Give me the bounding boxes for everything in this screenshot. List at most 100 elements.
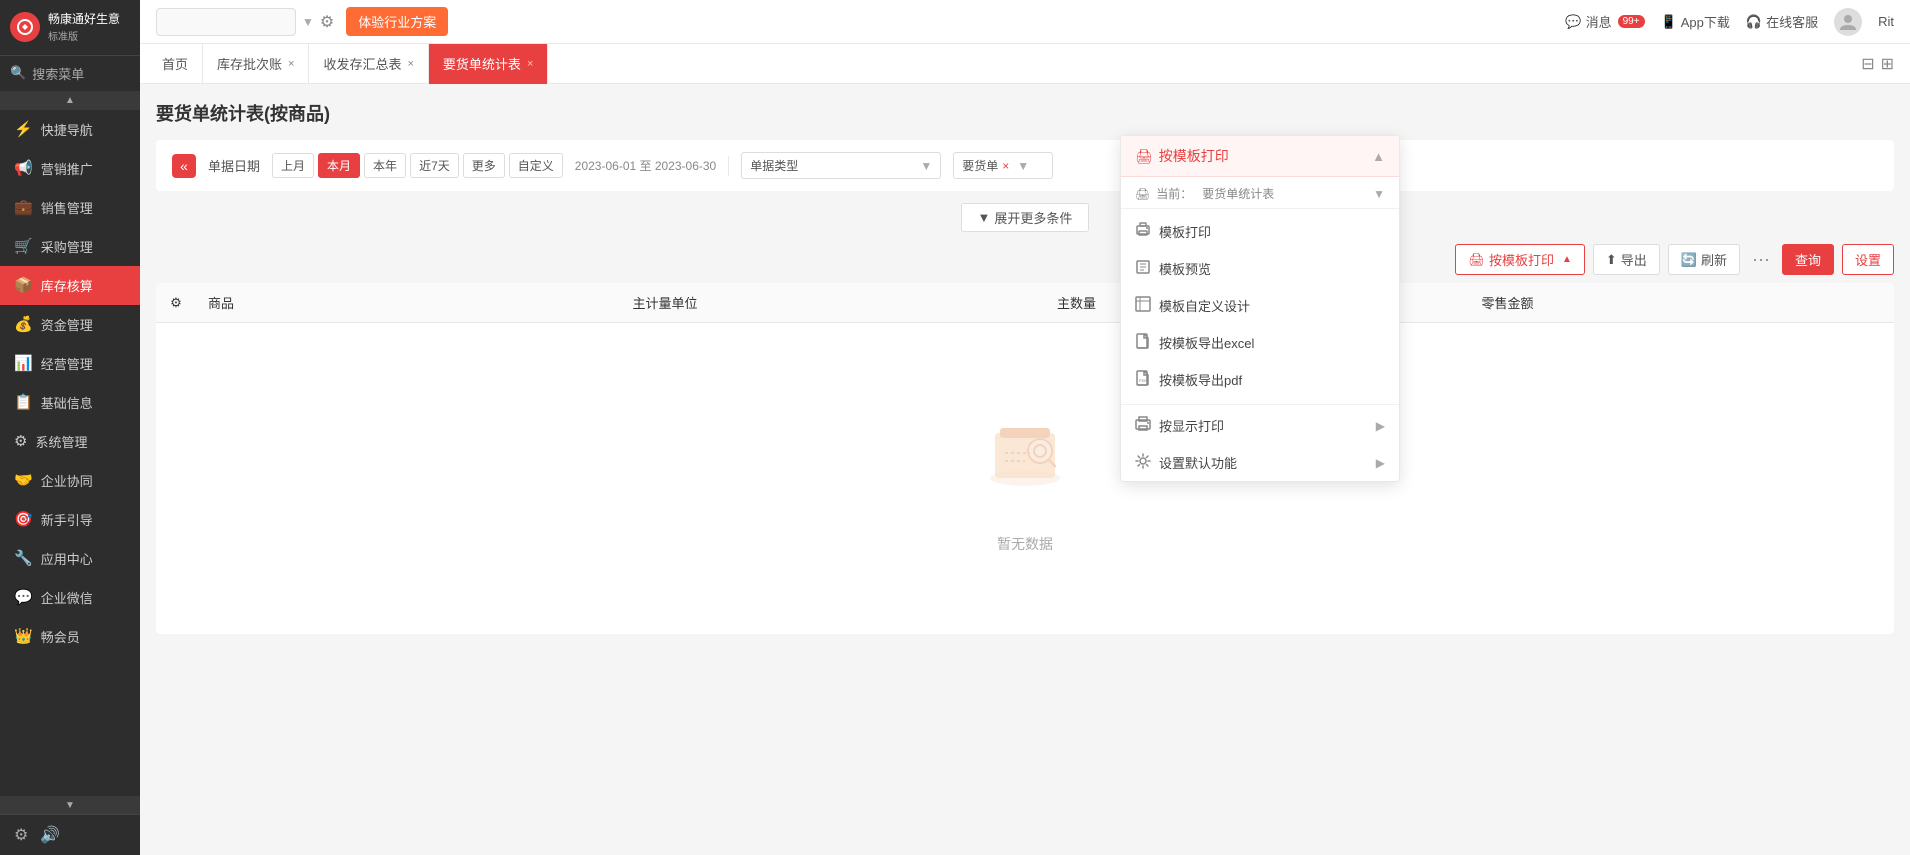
settings-gear-icon[interactable]: ⚙ <box>170 295 182 310</box>
settings-icon[interactable]: ⚙ <box>14 825 28 845</box>
tab-maximize-icon[interactable]: ⊞ <box>1881 54 1894 74</box>
page-title: 要货单统计表(按商品) <box>156 100 1894 126</box>
print-icon: 🖨 <box>1468 252 1485 268</box>
export-btn[interactable]: ⬆ 导出 <box>1593 244 1660 275</box>
sidebar-item-label: 基础信息 <box>41 393 93 412</box>
dropdown-item-export-pdf[interactable]: PDF 按模板导出pdf <box>1121 361 1399 398</box>
search-icon: 🔍 <box>10 65 26 81</box>
th-unit: 主计量单位 <box>621 293 1046 312</box>
topbar-gear-icon[interactable]: ⚙ <box>320 12 334 32</box>
date-btn-this-year[interactable]: 本年 <box>364 153 406 178</box>
expand-more-btn[interactable]: ▼ 展开更多条件 <box>961 203 1090 232</box>
query-btn[interactable]: 查询 <box>1782 244 1834 275</box>
current-label-text: 当前： <box>1156 185 1192 202</box>
date-range-display: 2023-06-01 至 2023-06-30 <box>575 157 716 174</box>
dropdown-close-btn[interactable]: ▲ <box>1372 149 1385 164</box>
refresh-icon: 🔄 <box>1681 252 1697 268</box>
sidebar-item-label: 库存核算 <box>41 276 93 295</box>
sidebar-item-wechat[interactable]: 💬 企业微信 <box>0 578 140 617</box>
tab-stock-batch[interactable]: 库存批次账 × <box>203 44 309 84</box>
topbar-right: 💬 消息 99+ 📱 App下载 🎧 在线客服 Rit <box>1565 8 1894 36</box>
type-filter-select[interactable]: 单据类型 ▼ <box>741 152 941 179</box>
sidebar-item-finance[interactable]: 💰 资金管理 <box>0 305 140 344</box>
topbar-search-input[interactable] <box>156 8 296 36</box>
dropdown-item-template-design[interactable]: 模板自定义设计 <box>1121 287 1399 324</box>
date-btn-last-month[interactable]: 上月 <box>272 153 314 178</box>
dropdown-item-export-excel[interactable]: 按模板导出excel <box>1121 324 1399 361</box>
tab-home[interactable]: 首页 <box>148 44 203 84</box>
main-area: ▼ ⚙ 体验行业方案 💬 消息 99+ 📱 App下载 🎧 在线客服 <box>140 0 1910 855</box>
tab-order-stats-close[interactable]: × <box>527 58 533 70</box>
sidebar-item-operation[interactable]: 📊 经营管理 <box>0 344 140 383</box>
sidebar-item-system[interactable]: ⚙ 系统管理 <box>0 422 140 461</box>
topbar-app-btn[interactable]: 📱 App下载 <box>1661 12 1730 31</box>
tab-order-stats-label: 要货单统计表 <box>443 54 521 73</box>
tab-stock-summary-close[interactable]: × <box>407 58 413 70</box>
sidebar-item-quick-nav[interactable]: ⚡ 快捷导航 <box>0 110 140 149</box>
dropdown-print-icon: 🖨 <box>1135 148 1153 165</box>
tab-order-stats[interactable]: 要货单统计表 × <box>429 44 548 84</box>
sidebar-item-sales[interactable]: 💼 销售管理 <box>0 188 140 227</box>
sidebar-scroll-up[interactable]: ▲ <box>0 92 140 110</box>
template-print-icon <box>1135 222 1151 241</box>
sidebar-item-cooperation[interactable]: 🤝 企业协同 <box>0 461 140 500</box>
filter-expand-btn[interactable]: « <box>172 154 196 178</box>
date-btn-7days[interactable]: 近7天 <box>410 153 459 178</box>
sound-icon[interactable]: 🔊 <box>40 825 60 845</box>
dropdown-item-default-settings[interactable]: 设置默认功能 ▶ <box>1121 444 1399 481</box>
sidebar-item-member[interactable]: 👑 畅会员 <box>0 617 140 656</box>
topbar: ▼ ⚙ 体验行业方案 💬 消息 99+ 📱 App下载 🎧 在线客服 <box>140 0 1910 44</box>
topbar-username[interactable]: Rit <box>1878 14 1894 29</box>
date-btn-more[interactable]: 更多 <box>463 153 505 178</box>
settings-btn[interactable]: 设置 <box>1842 244 1894 275</box>
topbar-msg-btn[interactable]: 💬 消息 99+ <box>1565 12 1644 31</box>
tab-minimize-icon[interactable]: ⊟ <box>1861 54 1874 74</box>
dropdown-item-display-print[interactable]: 按显示打印 ▶ <box>1121 407 1399 444</box>
dropdown-item-template-print[interactable]: 模板打印 <box>1121 213 1399 250</box>
topbar-service-btn[interactable]: 🎧 在线客服 <box>1746 12 1818 31</box>
msg-badge: 99+ <box>1618 15 1645 28</box>
sidebar-item-newbie[interactable]: 🎯 新手引导 <box>0 500 140 539</box>
sidebar-item-inventory[interactable]: 📦 库存核算 <box>0 266 140 305</box>
quick-nav-icon: ⚡ <box>14 120 33 138</box>
sidebar-item-appcenter[interactable]: 🔧 应用中心 <box>0 539 140 578</box>
sidebar-item-label: 快捷导航 <box>41 120 93 139</box>
yaohu-arrow: ▼ <box>1017 159 1029 173</box>
sidebar-scroll-down[interactable]: ▼ <box>0 796 140 814</box>
marketing-icon: 📢 <box>14 159 33 177</box>
sidebar-item-label: 企业协同 <box>41 471 93 490</box>
sidebar-item-basic[interactable]: 📋 基础信息 <box>0 383 140 422</box>
sidebar-item-label: 营销推广 <box>41 159 93 178</box>
topbar-dropdown-arrow[interactable]: ▼ <box>302 15 314 29</box>
dropdown-item-label: 模板打印 <box>1159 222 1211 241</box>
filter-divider-1 <box>728 156 729 176</box>
tab-stock-summary[interactable]: 收发存汇总表 × <box>309 44 428 84</box>
trial-btn[interactable]: 体验行业方案 <box>346 7 448 36</box>
refresh-btn[interactable]: 🔄 刷新 <box>1668 244 1740 275</box>
dropdown-item-template-preview[interactable]: 模板预览 <box>1121 250 1399 287</box>
sidebar-item-marketing[interactable]: 📢 营销推广 <box>0 149 140 188</box>
type-filter-label: 单据类型 <box>750 157 798 174</box>
print-template-btn[interactable]: 🖨 按模板打印 ▲ <box>1455 244 1584 275</box>
sidebar-item-label: 系统管理 <box>35 432 87 451</box>
dropdown-divider-1 <box>1121 404 1399 405</box>
yaohu-close[interactable]: × <box>1002 159 1009 173</box>
action-more-dots[interactable]: ··· <box>1748 249 1774 270</box>
date-btn-custom[interactable]: 自定义 <box>509 153 563 178</box>
appcenter-icon: 🔧 <box>14 549 33 567</box>
msg-label: 消息 <box>1586 12 1612 31</box>
date-btn-this-month[interactable]: 本月 <box>318 153 360 178</box>
current-arrow[interactable]: ▼ <box>1373 187 1385 201</box>
table-header: ⚙ 商品 主计量单位 主数量 零售金额 <box>156 283 1894 323</box>
msg-icon: 💬 <box>1565 14 1581 30</box>
filter-bar: « 单据日期 上月 本月 本年 近7天 更多 自定义 2023-06-01 至 … <box>156 140 1894 191</box>
display-print-icon <box>1135 416 1151 435</box>
tab-stock-batch-close[interactable]: × <box>288 58 294 70</box>
operation-icon: 📊 <box>14 354 33 372</box>
yaohu-filter[interactable]: 要货单 × ▼ <box>953 152 1053 179</box>
dropdown-title: 按模板打印 <box>1159 146 1229 166</box>
search-menu-btn[interactable]: 🔍 搜索菜单 <box>0 56 140 92</box>
expand-more-icon: ▼ <box>978 210 991 225</box>
sidebar-item-purchase[interactable]: 🛒 采购管理 <box>0 227 140 266</box>
tabbar: 首页 库存批次账 × 收发存汇总表 × 要货单统计表 × ⊟ ⊞ <box>140 44 1910 84</box>
